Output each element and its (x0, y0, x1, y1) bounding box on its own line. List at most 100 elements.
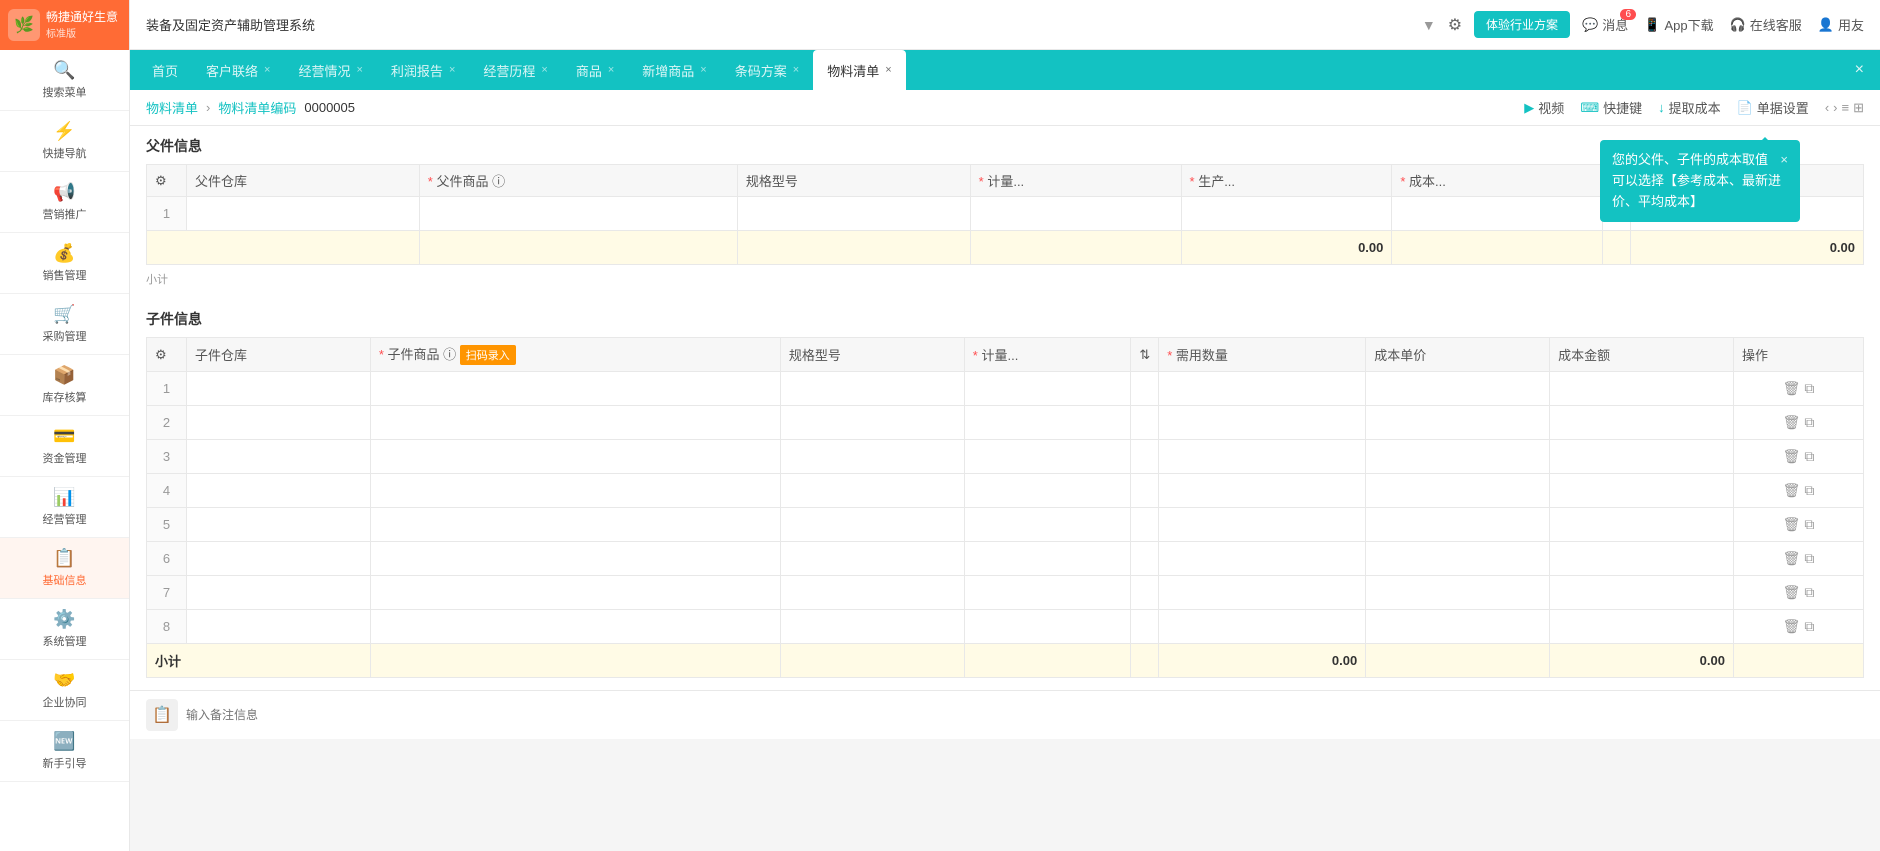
shortcut-button[interactable]: ⌨ 快捷键 (1580, 98, 1642, 117)
child-product-2[interactable] (370, 406, 780, 440)
sidebar-item-system[interactable]: ⚙️ 系统管理 (0, 599, 129, 660)
tab-business[interactable]: 经营情况 × (284, 50, 376, 90)
parent-production-cell[interactable] (1181, 197, 1392, 231)
nav-next-icon[interactable]: › (1833, 100, 1837, 116)
tab-close-icon[interactable]: × (541, 64, 547, 76)
sidebar-item-guide[interactable]: 🆕 新手引导 (0, 721, 129, 782)
child-product-6[interactable] (370, 542, 780, 576)
tab-close-icon[interactable]: × (608, 64, 614, 76)
tab-close-icon[interactable]: × (264, 64, 270, 76)
delete-row-icon[interactable]: 🗑 (1783, 380, 1801, 397)
parent-product-cell[interactable] (419, 197, 737, 231)
delete-row-icon[interactable]: 🗑 (1783, 414, 1801, 431)
tooltip-close-button[interactable]: × (1780, 150, 1788, 171)
child-warehouse-1[interactable] (187, 372, 371, 406)
note-input[interactable] (186, 708, 1864, 722)
tab-new-goods[interactable]: 新增商品 × (628, 50, 720, 90)
sidebar-item-inventory[interactable]: 📦 库存核算 (0, 355, 129, 416)
child-warehouse-5[interactable] (187, 508, 371, 542)
parent-spec-cell[interactable] (737, 197, 970, 231)
child-qty-7[interactable] (1159, 576, 1366, 610)
settings-icon[interactable]: ⚙ (1448, 15, 1462, 35)
child-qty-1[interactable] (1159, 372, 1366, 406)
delete-row-icon[interactable]: 🗑 (1783, 584, 1801, 601)
tab-close-icon[interactable]: × (700, 64, 706, 76)
sidebar-item-basic-info[interactable]: 📋 基础信息 (0, 538, 129, 599)
delete-row-icon[interactable]: 🗑 (1783, 550, 1801, 567)
child-product-7[interactable] (370, 576, 780, 610)
copy-row-icon[interactable]: ⧉ (1804, 414, 1814, 431)
copy-row-icon[interactable]: ⧉ (1804, 550, 1814, 567)
child-unit-7[interactable] (964, 576, 1131, 610)
message-button[interactable]: 💬 消息 6 (1582, 15, 1628, 34)
child-qty-2[interactable] (1159, 406, 1366, 440)
child-spec-1[interactable] (780, 372, 964, 406)
child-warehouse-3[interactable] (187, 440, 371, 474)
copy-row-icon[interactable]: ⧉ (1804, 448, 1814, 465)
child-col-settings[interactable]: ⚙ (147, 338, 187, 372)
close-all-tabs-button[interactable]: × (1847, 61, 1872, 79)
child-spec-6[interactable] (780, 542, 964, 576)
child-spec-4[interactable] (780, 474, 964, 508)
tab-barcode[interactable]: 条码方案 × (721, 50, 813, 90)
child-warehouse-8[interactable] (187, 610, 371, 644)
tab-bom[interactable]: 物料清单 × (813, 50, 905, 90)
parent-warehouse-cell[interactable] (187, 197, 420, 231)
tab-close-icon[interactable]: × (449, 64, 455, 76)
child-product-4[interactable] (370, 474, 780, 508)
nav-prev-icon[interactable]: ‹ (1825, 100, 1829, 116)
trial-button[interactable]: 体验行业方案 (1474, 11, 1570, 38)
copy-row-icon[interactable]: ⧉ (1804, 380, 1814, 397)
child-qty-8[interactable] (1159, 610, 1366, 644)
tab-profit[interactable]: 利润报告 × (377, 50, 469, 90)
tab-close-icon[interactable]: × (356, 64, 362, 76)
delete-row-icon[interactable]: 🗑 (1783, 618, 1801, 635)
child-product-1[interactable] (370, 372, 780, 406)
sidebar-item-enterprise[interactable]: 🤝 企业协同 (0, 660, 129, 721)
child-unit-1[interactable] (964, 372, 1131, 406)
child-product-5[interactable] (370, 508, 780, 542)
sidebar-item-quick-nav[interactable]: ⚡ 快捷导航 (0, 111, 129, 172)
sidebar-item-search[interactable]: 🔍 搜索菜单 (0, 50, 129, 111)
parent-cost-cell[interactable] (1392, 197, 1603, 231)
tab-goods[interactable]: 商品 × (562, 50, 628, 90)
user-menu[interactable]: 👤 用友 (1818, 15, 1864, 34)
dropdown-arrow-icon[interactable]: ▼ (1422, 17, 1436, 33)
child-spec-7[interactable] (780, 576, 964, 610)
parent-col-settings[interactable]: ⚙ (147, 165, 187, 197)
copy-row-icon[interactable]: ⧉ (1804, 618, 1814, 635)
tab-history[interactable]: 经营历程 × (469, 50, 561, 90)
sidebar-item-marketing[interactable]: 📢 营销推广 (0, 172, 129, 233)
tab-close-icon[interactable]: × (793, 64, 799, 76)
delete-row-icon[interactable]: 🗑 (1783, 516, 1801, 533)
child-warehouse-6[interactable] (187, 542, 371, 576)
sidebar-item-finance[interactable]: 💳 资金管理 (0, 416, 129, 477)
child-product-3[interactable] (370, 440, 780, 474)
child-warehouse-4[interactable] (187, 474, 371, 508)
child-warehouse-2[interactable] (187, 406, 371, 440)
child-product-8[interactable] (370, 610, 780, 644)
parent-unit-cell[interactable] (970, 197, 1181, 231)
view-video-button[interactable]: ▶ 视频 (1524, 98, 1564, 117)
tab-close-icon[interactable]: × (885, 64, 891, 76)
extract-cost-button[interactable]: ↓ 提取成本 (1658, 98, 1721, 117)
delete-row-icon[interactable]: 🗑 (1783, 482, 1801, 499)
child-spec-2[interactable] (780, 406, 964, 440)
child-unit-5[interactable] (964, 508, 1131, 542)
sidebar-item-sales[interactable]: 💰 销售管理 (0, 233, 129, 294)
sidebar-item-operation[interactable]: 📊 经营管理 (0, 477, 129, 538)
copy-row-icon[interactable]: ⧉ (1804, 516, 1814, 533)
child-unit-8[interactable] (964, 610, 1131, 644)
child-warehouse-7[interactable] (187, 576, 371, 610)
child-spec-3[interactable] (780, 440, 964, 474)
delete-row-icon[interactable]: 🗑 (1783, 448, 1801, 465)
child-qty-4[interactable] (1159, 474, 1366, 508)
tab-customer[interactable]: 客户联络 × (192, 50, 284, 90)
tab-home[interactable]: 首页 (138, 50, 192, 90)
child-qty-5[interactable] (1159, 508, 1366, 542)
app-download-button[interactable]: 📱 App下载 (1644, 15, 1713, 34)
child-spec-8[interactable] (780, 610, 964, 644)
single-settings-button[interactable]: 📄 单据设置 (1737, 98, 1809, 117)
list-view-icon[interactable]: ⊞ (1853, 100, 1864, 116)
copy-row-icon[interactable]: ⧉ (1804, 482, 1814, 499)
